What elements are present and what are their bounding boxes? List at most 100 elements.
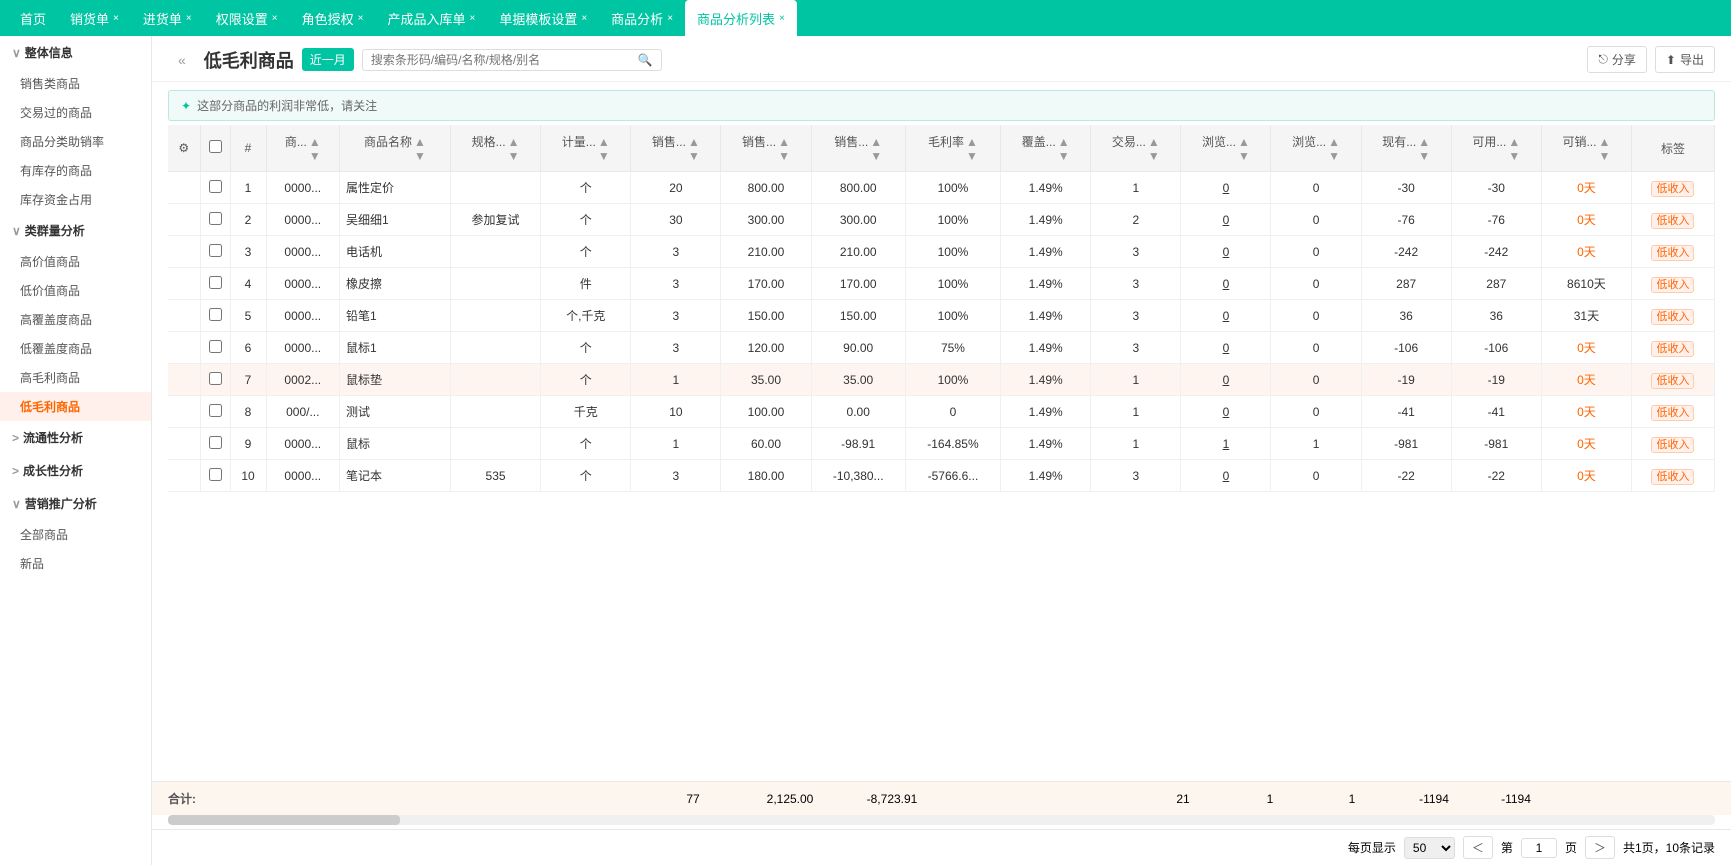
row-checkbox[interactable]	[200, 204, 230, 236]
nav-sales-order[interactable]: 销货单 ×	[58, 0, 131, 36]
close-product-analysis-icon[interactable]: ×	[667, 13, 673, 24]
row-view1[interactable]: 0	[1181, 172, 1271, 204]
sidebar-item-low-value[interactable]: 低价值商品	[0, 276, 151, 305]
row-checkbox[interactable]	[200, 268, 230, 300]
row-checkbox[interactable]	[200, 332, 230, 364]
row-select-checkbox[interactable]	[209, 276, 222, 289]
sidebar-item-category-sales-rate[interactable]: 商品分类助销率	[0, 127, 151, 156]
row-view1[interactable]: 0	[1181, 204, 1271, 236]
settings-icon[interactable]: ⚙	[178, 141, 189, 155]
export-button[interactable]: ⬆ 导出	[1655, 46, 1715, 73]
col-saleable[interactable]: 可销...▲▼	[1541, 125, 1631, 172]
row-view1[interactable]: 0	[1181, 396, 1271, 428]
table-container[interactable]: ⚙ # 商...▲▼ 商品名称▲▼ 规格...▲▼ 计量...▲▼ 销售...▲…	[152, 125, 1731, 781]
collapse-sidebar-button[interactable]: «	[168, 48, 196, 72]
page-number-input[interactable]	[1521, 838, 1557, 858]
close-sales-order-icon[interactable]: ×	[113, 13, 119, 24]
nav-product-analysis[interactable]: 商品分析 ×	[599, 0, 685, 36]
row-view1[interactable]: 1	[1181, 428, 1271, 460]
row-view1[interactable]: 0	[1181, 364, 1271, 396]
sidebar-item-sales-products[interactable]: 销售类商品	[0, 69, 151, 98]
time-filter-button[interactable]: 近一月	[302, 48, 354, 71]
col-unit[interactable]: 计量...▲▼	[541, 125, 631, 172]
nav-role-auth[interactable]: 角色授权 ×	[290, 0, 376, 36]
nav-purchase-order[interactable]: 进货单 ×	[131, 0, 204, 36]
prev-page-button[interactable]: ＜	[1463, 836, 1493, 859]
row-select-checkbox[interactable]	[209, 180, 222, 193]
row-saleable: 0天	[1541, 396, 1631, 428]
nav-permission[interactable]: 权限设置 ×	[204, 0, 290, 36]
col-name[interactable]: 商品名称▲▼	[340, 125, 451, 172]
close-permission-icon[interactable]: ×	[272, 13, 278, 24]
row-view1[interactable]: 0	[1181, 236, 1271, 268]
sidebar-item-low-margin[interactable]: 低毛利商品	[0, 392, 151, 421]
sidebar-item-high-margin[interactable]: 高毛利商品	[0, 363, 151, 392]
col-code[interactable]: 商...▲▼	[266, 125, 340, 172]
row-num: 9	[230, 428, 266, 460]
row-settings	[168, 364, 200, 396]
col-sales-qty[interactable]: 销售...▲▼	[631, 125, 721, 172]
sidebar-group-growth[interactable]: > 成长性分析	[0, 454, 151, 487]
row-checkbox[interactable]	[200, 396, 230, 428]
sidebar-item-high-coverage[interactable]: 高覆盖度商品	[0, 305, 151, 334]
search-icon[interactable]: 🔍	[638, 53, 653, 67]
row-checkbox[interactable]	[200, 300, 230, 332]
row-view1[interactable]: 0	[1181, 460, 1271, 492]
sidebar-group-liquidity[interactable]: > 流通性分析	[0, 421, 151, 454]
sidebar-item-in-stock-products[interactable]: 有库存的商品	[0, 156, 151, 185]
row-checkbox[interactable]	[200, 460, 230, 492]
sidebar-item-low-coverage[interactable]: 低覆盖度商品	[0, 334, 151, 363]
nav-product-entry[interactable]: 产成品入库单 ×	[375, 0, 487, 36]
col-sales-profit[interactable]: 销售...▲▼	[811, 125, 905, 172]
row-select-checkbox[interactable]	[209, 404, 222, 417]
row-select-checkbox[interactable]	[209, 372, 222, 385]
col-gross-margin[interactable]: 毛利率▲▼	[905, 125, 1000, 172]
row-select-checkbox[interactable]	[209, 244, 222, 257]
close-template-icon[interactable]: ×	[581, 13, 587, 24]
row-view2: 0	[1271, 364, 1361, 396]
select-all-checkbox[interactable]	[209, 140, 222, 153]
sidebar-item-inventory-capital[interactable]: 库存资金占用	[0, 185, 151, 214]
row-checkbox[interactable]	[200, 364, 230, 396]
sidebar-item-new-products[interactable]: 新品	[0, 549, 151, 578]
search-input[interactable]	[371, 53, 638, 67]
col-view1[interactable]: 浏览...▲▼	[1181, 125, 1271, 172]
scrollbar-thumb[interactable]	[168, 815, 400, 825]
row-checkbox[interactable]	[200, 236, 230, 268]
nav-product-analysis-list[interactable]: 商品分析列表 ×	[685, 0, 797, 36]
row-select-checkbox[interactable]	[209, 436, 222, 449]
row-checkbox[interactable]	[200, 428, 230, 460]
col-available[interactable]: 可用...▲▼	[1451, 125, 1541, 172]
nav-template-setting[interactable]: 单据模板设置 ×	[487, 0, 599, 36]
col-view2[interactable]: 浏览...▲▼	[1271, 125, 1361, 172]
next-page-button[interactable]: ＞	[1585, 836, 1615, 859]
row-view1[interactable]: 0	[1181, 332, 1271, 364]
row-view1[interactable]: 0	[1181, 268, 1271, 300]
row-select-checkbox[interactable]	[209, 212, 222, 225]
sidebar-item-all-products[interactable]: 全部商品	[0, 520, 151, 549]
close-product-entry-icon[interactable]: ×	[469, 13, 475, 24]
row-select-checkbox[interactable]	[209, 468, 222, 481]
close-purchase-order-icon[interactable]: ×	[186, 13, 192, 24]
horizontal-scrollbar[interactable]	[168, 815, 1715, 825]
col-sales-price[interactable]: 销售...▲▼	[721, 125, 811, 172]
row-view1[interactable]: 0	[1181, 300, 1271, 332]
nav-home[interactable]: 首页	[8, 0, 58, 36]
sidebar-item-high-value[interactable]: 高价值商品	[0, 247, 151, 276]
sidebar-group-marketing[interactable]: ∨ 营销推广分析	[0, 487, 151, 520]
col-settings[interactable]: ⚙	[168, 125, 200, 172]
sidebar-group-cluster[interactable]: ∨ 类群量分析	[0, 214, 151, 247]
col-spec[interactable]: 规格...▲▼	[450, 125, 540, 172]
per-page-select[interactable]: 50 20 100	[1404, 837, 1455, 859]
sidebar-item-traded-products[interactable]: 交易过的商品	[0, 98, 151, 127]
row-select-checkbox[interactable]	[209, 308, 222, 321]
sidebar-group-overall[interactable]: ∨ 整体信息	[0, 36, 151, 69]
row-select-checkbox[interactable]	[209, 340, 222, 353]
close-product-analysis-list-icon[interactable]: ×	[779, 13, 785, 24]
col-current-stock[interactable]: 现有...▲▼	[1361, 125, 1451, 172]
col-coverage[interactable]: 覆盖...▲▼	[1001, 125, 1091, 172]
share-button[interactable]: ⎋ 分享	[1587, 46, 1647, 73]
close-role-auth-icon[interactable]: ×	[358, 13, 364, 24]
row-checkbox[interactable]	[200, 172, 230, 204]
col-transaction[interactable]: 交易...▲▼	[1091, 125, 1181, 172]
